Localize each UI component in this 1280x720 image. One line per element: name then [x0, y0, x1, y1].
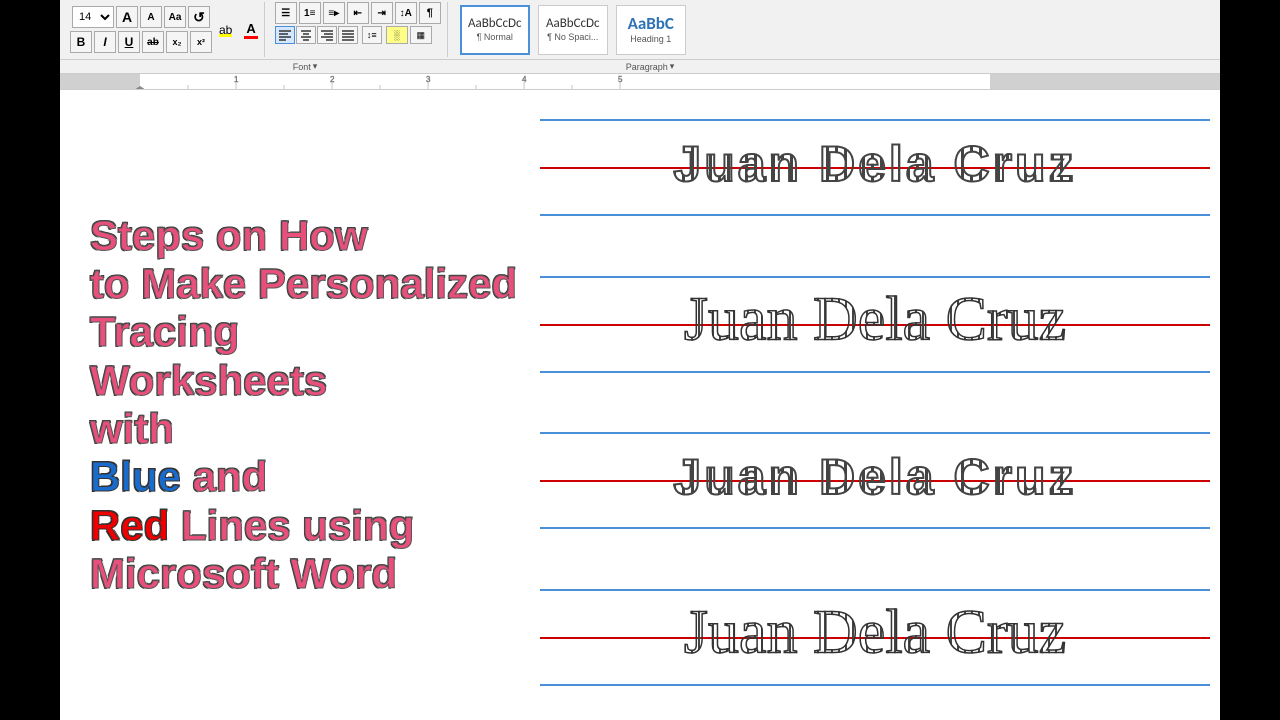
highlight-color-btn[interactable]: ab: [219, 23, 232, 37]
main-window: 14 A A Aa ↺ B I U ab x₂ x²: [60, 0, 1220, 720]
underline-btn[interactable]: U: [118, 31, 140, 53]
title-text: Steps on How to Make Personalized Tracin…: [90, 212, 520, 598]
right-panel: Juan Dela Cruz Juan Dela Cruz: [540, 90, 1220, 720]
font-shrink-btn[interactable]: A: [140, 6, 162, 28]
paragraph-section: ☰ 1≡ ≡▸ ⇤ ⇥ ↕A ¶: [269, 2, 448, 57]
title-line-6: Blue and: [90, 453, 520, 501]
title-line-3: Tracing: [90, 308, 520, 356]
svg-text:2: 2: [330, 75, 335, 84]
line-spacing-btn[interactable]: ↕≡: [362, 26, 382, 44]
style-heading1-box[interactable]: AaBbC Heading 1: [616, 5, 686, 55]
decrease-indent-btn[interactable]: ⇤: [347, 2, 369, 24]
svg-text:3: 3: [426, 75, 431, 84]
font-color-btn[interactable]: A: [244, 21, 257, 39]
font-format-row: B I U ab x₂ x²: [70, 31, 212, 53]
ribbon-toolbar: 14 A A Aa ↺ B I U ab x₂ x²: [60, 0, 1220, 60]
title-line-1: Steps on How: [90, 212, 520, 260]
title-line-7: Red Lines using: [90, 502, 520, 550]
bold-btn[interactable]: B: [70, 31, 92, 53]
title-line-4: Worksheets: [90, 357, 520, 405]
color-row: ab A: [219, 21, 258, 39]
left-black-bar: [0, 0, 60, 720]
ruler-svg: 1 2 3 4 5: [60, 74, 1220, 90]
italic-btn[interactable]: I: [94, 31, 116, 53]
worksheet-text-4: Juan Dela Cruz: [550, 597, 1200, 668]
strikethrough-btn[interactable]: ab: [142, 31, 164, 53]
show-marks-btn[interactable]: ¶: [419, 2, 441, 24]
font-size-row: 14 A A Aa ↺: [72, 6, 210, 28]
style-nospace-label: ¶ No Spaci...: [547, 32, 598, 42]
title-line-8: Microsoft Word: [90, 550, 520, 598]
worksheet-block-2: Juan Dela Cruz: [540, 257, 1210, 398]
left-panel: Steps on How to Make Personalized Tracin…: [60, 90, 540, 720]
styles-section: AaBbCcDc ¶ Normal AaBbCcDc ¶ No Spaci...…: [452, 2, 694, 57]
sort-btn[interactable]: ↕A: [395, 2, 417, 24]
align-justify-btn[interactable]: [338, 26, 358, 44]
align-left-btn[interactable]: [275, 26, 295, 44]
worksheet-text-1: Juan Dela Cruz: [550, 135, 1200, 193]
font-grow-btn[interactable]: A: [116, 6, 138, 28]
style-nospace-preview: AaBbCcDc: [546, 17, 600, 31]
align-buttons: [275, 26, 358, 44]
border-btn[interactable]: ▦: [410, 26, 432, 44]
right-black-bar: [1220, 0, 1280, 720]
svg-text:4: 4: [522, 75, 527, 84]
increase-indent-btn[interactable]: ⇥: [371, 2, 393, 24]
font-size-dropdown[interactable]: 14: [72, 6, 114, 28]
paragraph-section-label: Paragraph ▾: [550, 60, 750, 73]
red-word: Red: [90, 502, 169, 549]
svg-text:1: 1: [234, 75, 239, 84]
svg-text:5: 5: [618, 75, 623, 84]
para-row1: ☰ 1≡ ≡▸ ⇤ ⇥ ↕A ¶: [275, 2, 441, 24]
style-heading1-label: Heading 1: [630, 34, 671, 44]
font-controls-col: 14 A A Aa ↺ B I U ab x₂ x²: [70, 6, 212, 53]
worksheet-block-3: Juan Dela Cruz: [540, 413, 1210, 554]
worksheet-text-2: Juan Dela Cruz: [550, 284, 1200, 355]
clear-format-btn[interactable]: ↺: [188, 6, 210, 28]
title-line-2: to Make Personalized: [90, 260, 520, 308]
style-normal-label: ¶ Normal: [477, 32, 513, 42]
style-nospace-box[interactable]: AaBbCcDc ¶ No Spaci...: [538, 5, 608, 55]
blue-word: Blue: [90, 453, 181, 500]
align-right-btn[interactable]: [317, 26, 337, 44]
worksheet-block-1: Juan Dela Cruz: [540, 100, 1210, 241]
title-line-5: with: [90, 405, 520, 453]
format-btn[interactable]: Aa: [164, 6, 186, 28]
font-section-label: Font ▾: [60, 60, 550, 73]
content-area: Steps on How to Make Personalized Tracin…: [60, 90, 1220, 720]
para-row2: ↕≡ ░ ▦: [275, 26, 432, 44]
multilevel-btn[interactable]: ≡▸: [323, 2, 345, 24]
tracing-text-3: Juan Dela Cruz: [673, 449, 1076, 505]
section-labels-row: Font ▾ Paragraph ▾: [60, 60, 1220, 74]
tracing-text-2: Juan Dela Cruz: [684, 285, 1066, 353]
worksheet-text-3: Juan Dela Cruz: [550, 448, 1200, 506]
superscript-btn[interactable]: x²: [190, 31, 212, 53]
style-normal-preview: AaBbCcDc: [468, 17, 522, 31]
tracing-text-4: Juan Dela Cruz: [684, 598, 1066, 666]
align-center-btn[interactable]: [296, 26, 316, 44]
ruler: 1 2 3 4 5: [60, 74, 1220, 90]
color-controls-col: ab A: [219, 21, 258, 39]
tracing-text-1: Juan Dela Cruz: [673, 136, 1076, 192]
shading-btn[interactable]: ░: [386, 26, 408, 44]
worksheet-block-4: Juan Dela Cruz: [540, 570, 1210, 711]
font-size-section: 14 A A Aa ↺ B I U ab x₂ x²: [64, 2, 265, 57]
subscript-btn[interactable]: x₂: [166, 31, 188, 53]
numbering-btn[interactable]: 1≡: [299, 2, 321, 24]
style-normal-box[interactable]: AaBbCcDc ¶ Normal: [460, 5, 530, 55]
style-heading1-preview: AaBbC: [628, 15, 674, 34]
title-container: Steps on How to Make Personalized Tracin…: [90, 212, 520, 598]
bullets-btn[interactable]: ☰: [275, 2, 297, 24]
